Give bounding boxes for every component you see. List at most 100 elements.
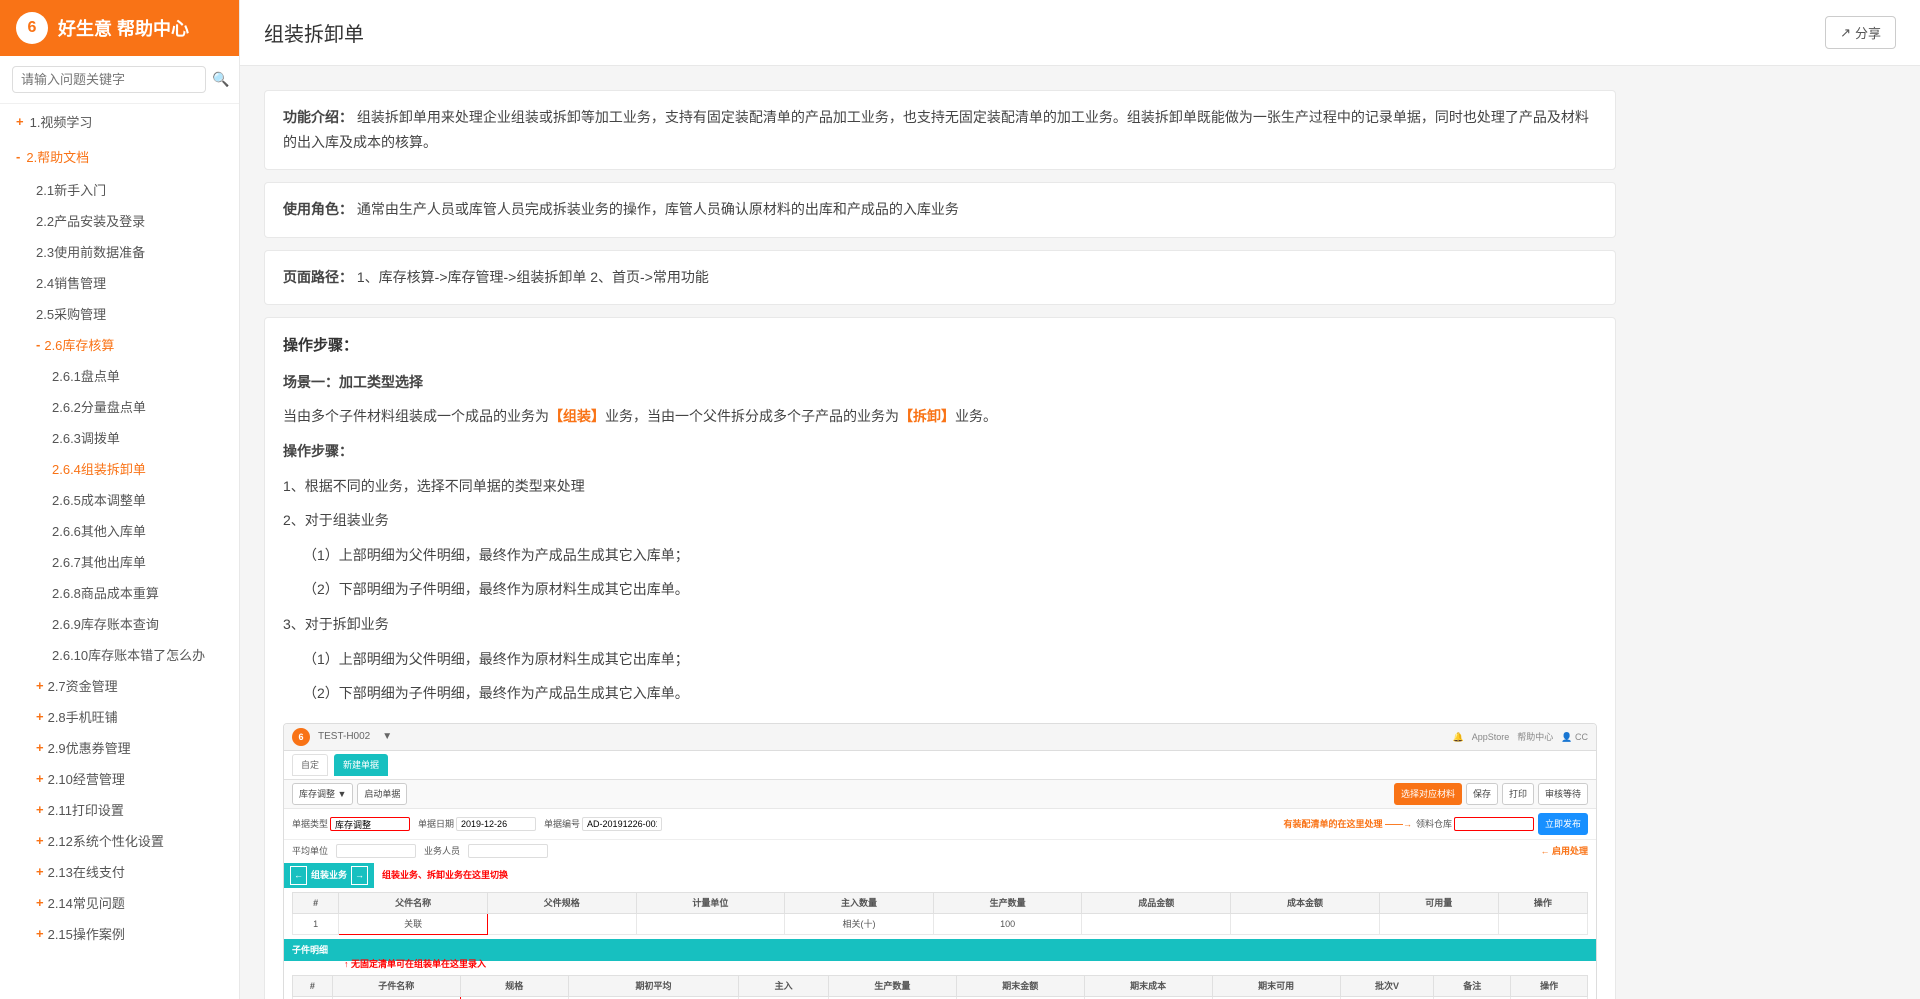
sidebar-item-adjust[interactable]: 2.6.3调拨单: [0, 422, 239, 453]
minus-icon: -: [16, 149, 20, 164]
mini-lower-table-area: ↑ 无固定清单可在组装单在这里录入 # 子件名称 规格 期初平均 主入: [284, 961, 1596, 999]
role-block: 使用角色： 通常由生产人员或库管人员完成拆装业务的操作，库管人员确认原材料的出库…: [264, 182, 1616, 237]
role-label: 使用角色：: [283, 201, 353, 217]
sidebar-item-print[interactable]: + 2.11打印设置: [0, 794, 239, 825]
plus-icon-faq: +: [36, 895, 44, 910]
sidebar-item-label: 2.7资金管理: [48, 676, 118, 695]
plus-icon-print: +: [36, 802, 44, 817]
date-input[interactable]: [456, 817, 536, 831]
share-label: 分享: [1855, 23, 1881, 42]
step1: 1、根据不同的业务，选择不同单据的类型来处理: [283, 473, 1597, 500]
main-header: 组装拆卸单 ↗ 分享: [240, 0, 1920, 66]
section-label: 组装业务: [311, 867, 347, 883]
mini-btn-confirm[interactable]: 立即发布: [1538, 813, 1588, 835]
mini-logo: 6: [292, 728, 310, 746]
sidebar-item-cost-adjust[interactable]: 2.6.5成本调整单: [0, 484, 239, 515]
scene1-title: 场景一：加工类型选择: [283, 374, 423, 390]
sidebar-item-purchase[interactable]: 2.5采购管理: [0, 298, 239, 329]
mini-upper-table: # 父件名称 父件规格 计量单位 主入数量 生产数量 成品金额 成本金额 可用量: [292, 892, 1588, 935]
disassembly-keyword: 【拆卸】: [899, 408, 955, 424]
annotation-text5: ↑ 无固定清单可在组装单在这里录入: [344, 956, 486, 972]
share-button[interactable]: ↗ 分享: [1825, 16, 1896, 49]
mini-topbar-dropdown: ▼: [382, 728, 392, 746]
function-intro-text: 组装拆卸单用来处理企业组装或拆卸等加工业务，支持有固定装配清单的产品加工业务，也…: [283, 109, 1589, 150]
sidebar-item-faq[interactable]: + 2.14常见问题: [0, 887, 239, 918]
th-lower-prod-qty: 生产数量: [828, 976, 956, 997]
mini-tab-new[interactable]: 新建单据: [334, 754, 388, 776]
mini-btn-assembly-list[interactable]: 选择对应材料: [1394, 783, 1462, 805]
assembly-keyword: 【组装】: [549, 408, 605, 424]
td-action: [1498, 913, 1587, 934]
section-toggle-left[interactable]: ←: [290, 866, 307, 884]
app-store-icon: AppStore: [1472, 729, 1510, 745]
td-num: 1: [293, 913, 339, 934]
th-lower-num: #: [293, 976, 333, 997]
sidebar-item-operations[interactable]: + 2.10经营管理: [0, 763, 239, 794]
plus-icon-finance: +: [36, 678, 44, 693]
date-label: 单据日期: [418, 816, 454, 832]
td-parent-spec: [487, 913, 636, 934]
sidebar-item-sales[interactable]: 2.4销售管理: [0, 267, 239, 298]
mini-btn-save[interactable]: 保存: [1466, 783, 1498, 805]
sidebar-item-custom[interactable]: + 2.12系统个性化设置: [0, 825, 239, 856]
th-init-avg: 期初平均: [568, 976, 739, 997]
sidebar-item-inventory[interactable]: - 2.6库存核算: [0, 329, 239, 360]
right-form-area: 有装配清单的在这里处理 ——→ 领料仓库 立即发布: [1283, 813, 1588, 835]
sidebar-item-new-user[interactable]: 2.1新手入门: [0, 174, 239, 205]
mini-btn-new[interactable]: 库存调整 ▼: [292, 783, 353, 805]
doc-no-input[interactable]: [582, 817, 662, 831]
sidebar-item-online-pay[interactable]: + 2.13在线支付: [0, 856, 239, 887]
sub-form-input2[interactable]: [468, 844, 548, 858]
nav-section: + 1.视频学习 - 2.帮助文档 2.1新手入门 2.2产品安装及登录 2.3…: [0, 104, 239, 949]
sidebar-item-finance[interactable]: + 2.7资金管理: [0, 670, 239, 701]
mini-btn-edit[interactable]: 启动单据: [357, 783, 407, 805]
sidebar-item-other-out[interactable]: 2.6.7其他出库单: [0, 546, 239, 577]
sidebar-item-account-error[interactable]: 2.6.10库存账本错了怎么办: [0, 639, 239, 670]
sidebar-item-docs[interactable]: - 2.帮助文档: [0, 139, 239, 174]
app-name: 好生意 帮助中心: [58, 15, 189, 41]
sidebar-item-split-count[interactable]: 2.6.2分量盘点单: [0, 391, 239, 422]
content-text-area: 场景一：加工类型选择 当由多个子件材料组装成一个成品的业务为【组装】业务，当由一…: [283, 369, 1597, 707]
mini-tab-custom[interactable]: 自定: [292, 754, 328, 776]
date-group: 单据日期: [418, 816, 536, 832]
mini-btn-print[interactable]: 打印: [1502, 783, 1534, 805]
sidebar-item-cost-reset[interactable]: 2.6.8商品成本重算: [0, 577, 239, 608]
annotation-text3: 组装业务、拆卸业务在这里切换: [374, 863, 516, 887]
sidebar-item-label: 2.6.1盘点单: [52, 366, 120, 385]
th-child-name: 子件名称: [332, 976, 460, 997]
mini-btn-audit[interactable]: 审核等待: [1538, 783, 1588, 805]
search-button[interactable]: 🔍: [212, 71, 229, 88]
sidebar-item-coupon[interactable]: + 2.9优惠券管理: [0, 732, 239, 763]
material-label: 领料仓库: [1416, 816, 1452, 832]
sub-form-input1[interactable]: [336, 844, 416, 858]
sidebar-item-assembly[interactable]: 2.6.4组装拆卸单: [0, 453, 239, 484]
sidebar-item-label: 2.14常见问题: [48, 893, 125, 912]
section-toggle-right[interactable]: →: [351, 866, 368, 884]
sidebar-item-mobile[interactable]: + 2.8手机旺铺: [0, 701, 239, 732]
sub-form-label2: 业务人员: [424, 843, 460, 859]
sidebar-item-install[interactable]: 2.2产品安装及登录: [0, 205, 239, 236]
sidebar-item-label: 2.帮助文档: [26, 147, 89, 166]
plus-icon-online-pay: +: [36, 864, 44, 879]
doc-type-group: 单据类型: [292, 816, 410, 832]
sidebar-item-data-prep[interactable]: 2.3使用前数据准备: [0, 236, 239, 267]
step2: 2、对于组装业务: [283, 507, 1597, 534]
sidebar-item-label: 2.15操作案例: [48, 924, 125, 943]
sidebar-item-other-in[interactable]: 2.6.6其他入库单: [0, 515, 239, 546]
sidebar-item-label: 2.5采购管理: [36, 304, 106, 323]
td-parent-name: 关联: [339, 913, 488, 934]
sidebar-item-stock-count[interactable]: 2.6.1盘点单: [0, 360, 239, 391]
sidebar-item-video[interactable]: + 1.视频学习: [0, 104, 239, 139]
material-input[interactable]: [1454, 817, 1534, 831]
sidebar-item-stock-query[interactable]: 2.6.9库存账本查询: [0, 608, 239, 639]
sidebar-item-cases[interactable]: + 2.15操作案例: [0, 918, 239, 949]
sidebar-item-label: 2.6.10库存账本错了怎么办: [52, 645, 205, 664]
help-icon: 帮助中心: [1517, 729, 1553, 745]
search-input[interactable]: [12, 66, 206, 93]
sidebar-item-label: 2.6库存核算: [44, 335, 114, 354]
sidebar-item-label: 2.11打印设置: [48, 800, 124, 819]
th-main-in: 主入: [739, 976, 829, 997]
doc-type-input[interactable]: [330, 817, 410, 831]
th-action: 操作: [1498, 892, 1587, 913]
sidebar-item-label: 2.9优惠券管理: [48, 738, 131, 757]
